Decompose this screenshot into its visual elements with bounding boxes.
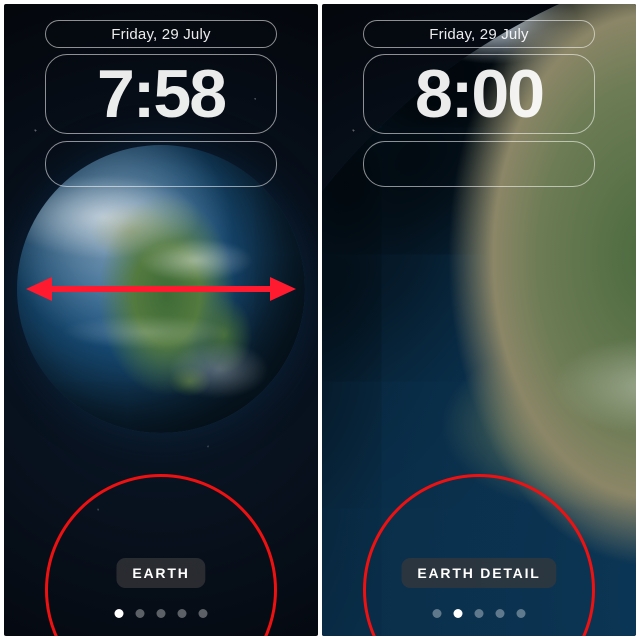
date-widget-slot[interactable]: Friday, 29 July [45,20,277,48]
wallpaper-name-label: EARTH [132,565,189,581]
page-dot[interactable] [157,609,166,618]
wallpaper-name-pill: EARTH DETAIL [401,558,556,588]
bottom-widget-slot[interactable] [45,141,277,187]
time-label: 7:58 [97,60,225,128]
lockscreen-right[interactable]: Friday, 29 July 8:00 EARTH DETAIL [322,4,636,636]
page-dot[interactable] [178,609,187,618]
date-widget-slot[interactable]: Friday, 29 July [363,20,595,48]
earth-globe-icon [17,145,305,433]
date-label: Friday, 29 July [429,26,528,43]
page-dot[interactable] [454,609,463,618]
time-widget-slot[interactable]: 7:58 [45,54,277,134]
time-widget-slot[interactable]: 8:00 [363,54,595,134]
page-dot[interactable] [433,609,442,618]
page-dot[interactable] [199,609,208,618]
lockscreen-left[interactable]: Friday, 29 July 7:58 EARTH [4,4,318,636]
page-dot[interactable] [136,609,145,618]
date-label: Friday, 29 July [111,26,210,43]
page-indicator[interactable] [433,609,526,618]
wallpaper-name-label: EARTH DETAIL [417,565,540,581]
page-dot[interactable] [115,609,124,618]
wallpaper-name-pill: EARTH [116,558,205,588]
page-indicator[interactable] [115,609,208,618]
time-label: 8:00 [415,60,543,128]
page-dot[interactable] [517,609,526,618]
bottom-widget-slot[interactable] [363,141,595,187]
page-dot[interactable] [496,609,505,618]
page-dot[interactable] [475,609,484,618]
